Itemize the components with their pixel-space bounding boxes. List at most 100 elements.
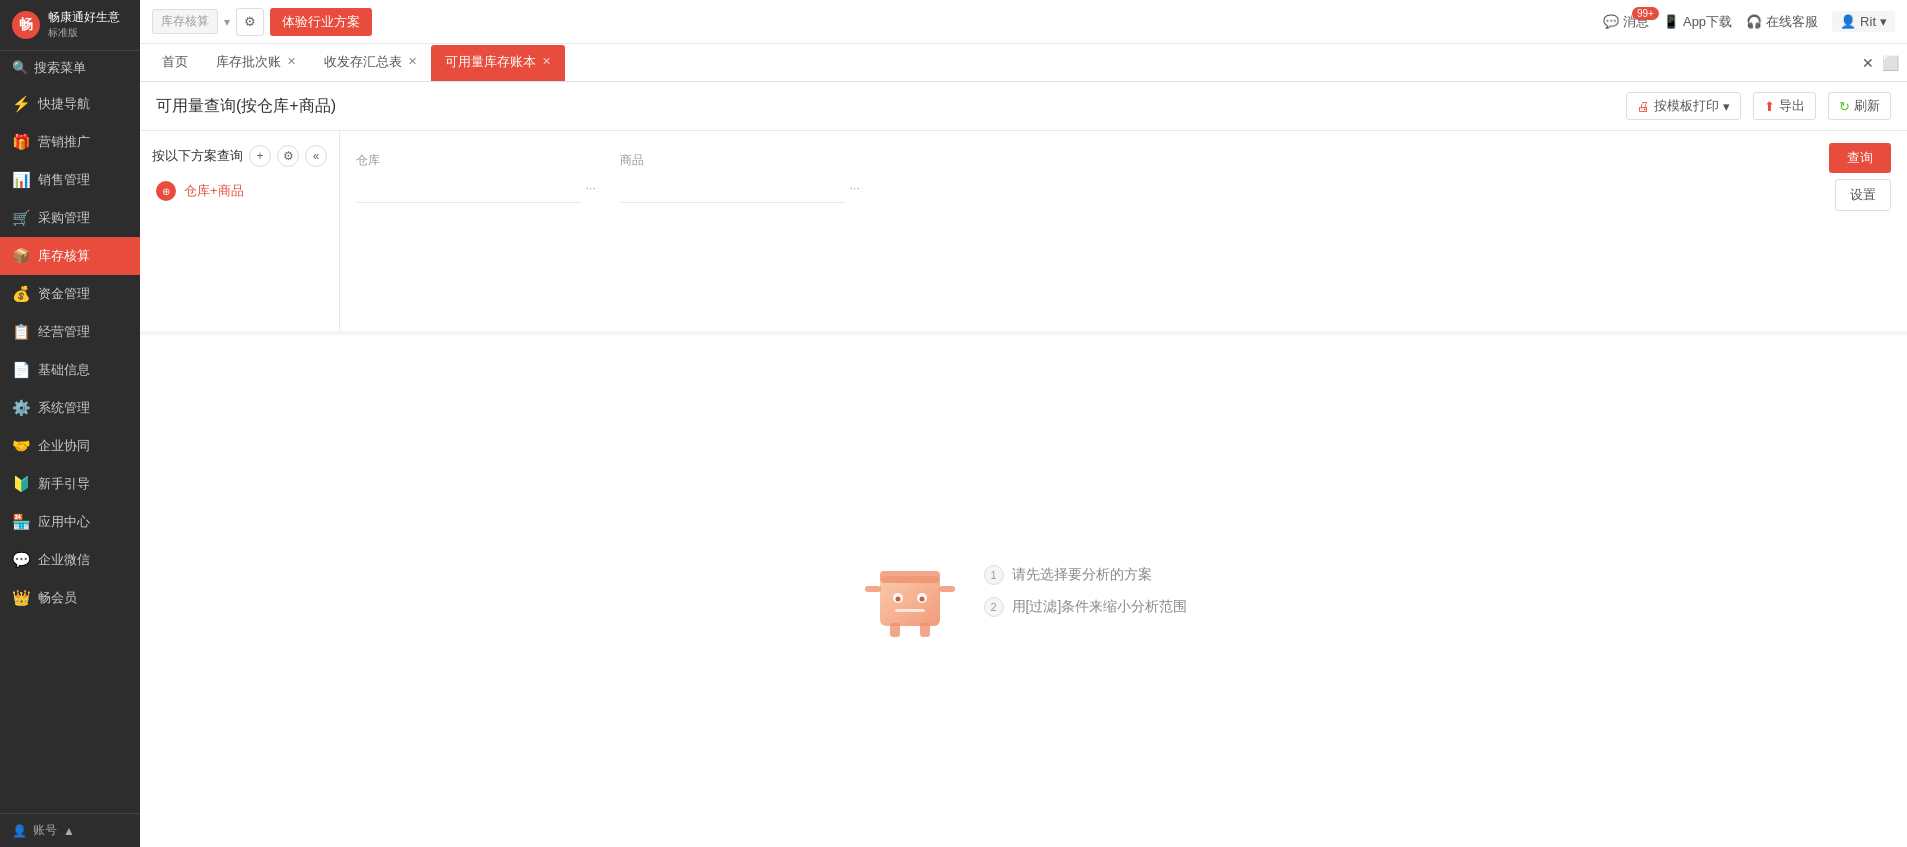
sidebar-item-app-center[interactable]: 🏪 应用中心 — [0, 503, 140, 541]
tab-inventory-batch[interactable]: 库存批次账 ✕ — [202, 45, 310, 81]
tab-close-available-ledger[interactable]: ✕ — [542, 55, 551, 68]
warehouse-input-wrap: ··· — [356, 173, 596, 203]
search-icon: 🔍 — [12, 60, 28, 75]
sidebar-item-sales[interactable]: 📊 销售管理 — [0, 161, 140, 199]
add-scheme-button[interactable]: + — [249, 145, 271, 167]
sidebar-search[interactable]: 🔍 搜索菜单 — [0, 51, 140, 85]
solution-button[interactable]: 体验行业方案 — [270, 8, 372, 36]
empty-state: 1 请先选择要分析的方案 2 用[过滤]条件来缩小分析范围 — [140, 335, 1907, 847]
svg-rect-6 — [895, 609, 925, 612]
operations-icon: 📋 — [12, 323, 30, 341]
goods-input-wrap: ··· — [620, 173, 860, 203]
user-profile-button[interactable]: 👤 Rit ▾ — [1832, 11, 1895, 32]
sidebar-bottom[interactable]: 👤 账号 ▲ — [0, 813, 140, 847]
sidebar-item-enterprise-wechat[interactable]: 💬 企业微信 — [0, 541, 140, 579]
finance-icon: 💰 — [12, 285, 30, 303]
tab-stock-summary[interactable]: 收发存汇总表 ✕ — [310, 45, 431, 81]
online-service-button[interactable]: 🎧 在线客服 — [1746, 13, 1818, 31]
tab-close-stock-summary[interactable]: ✕ — [408, 55, 417, 68]
sidebar-item-operations[interactable]: 📋 经营管理 — [0, 313, 140, 351]
collapse-panel-button[interactable]: « — [305, 145, 327, 167]
enterprise-icon: 🤝 — [12, 437, 30, 455]
tip-num-1: 1 — [984, 565, 1004, 585]
svg-rect-0 — [880, 576, 940, 626]
message-button[interactable]: 💬 消息 99+ — [1603, 13, 1649, 31]
filter-row: 仓库 ··· 商品 ··· 查询 — [356, 143, 1891, 211]
svg-rect-9 — [890, 623, 900, 637]
sidebar-item-finance[interactable]: 💰 资金管理 — [0, 275, 140, 313]
window-close-button[interactable]: ✕ — [1862, 55, 1874, 71]
svg-point-4 — [895, 597, 900, 602]
logo-icon: 畅 — [12, 11, 40, 39]
page-title: 可用量查询(按仓库+商品) — [156, 96, 336, 117]
scheme-settings-button[interactable]: ⚙ — [277, 145, 299, 167]
member-icon: 👑 — [12, 589, 30, 607]
sidebar-item-quick-nav[interactable]: ⚡ 快捷导航 — [0, 85, 140, 123]
sidebar-item-purchase[interactable]: 🛒 采购管理 — [0, 199, 140, 237]
tab-available-ledger[interactable]: 可用量库存账本 ✕ — [431, 45, 565, 81]
enterprise-wechat-icon: 💬 — [12, 551, 30, 569]
scheme-item-warehouse-goods[interactable]: ⊕ 仓库+商品 — [140, 173, 339, 209]
goods-label: 商品 — [620, 152, 860, 169]
empty-tips: 1 请先选择要分析的方案 2 用[过滤]条件来缩小分析范围 — [984, 565, 1188, 617]
window-maximize-button[interactable]: ⬜ — [1882, 55, 1899, 71]
main-area: 库存核算 ▾ ⚙ 体验行业方案 💬 消息 99+ 📱 App下载 🎧 在线客服 — [140, 0, 1907, 847]
sidebar-item-system[interactable]: ⚙️ 系统管理 — [0, 389, 140, 427]
scheme-item-icon: ⊕ — [156, 181, 176, 201]
svg-rect-7 — [865, 586, 881, 592]
svg-rect-8 — [939, 586, 955, 592]
marketing-icon: 🎁 — [12, 133, 30, 151]
sales-icon: 📊 — [12, 171, 30, 189]
page-header: 可用量查询(按仓库+商品) 🖨 按模板打印 ▾ ⬆ 导出 ↻ 刷新 — [140, 82, 1907, 131]
app-download-button[interactable]: 📱 App下载 — [1663, 13, 1732, 31]
warehouse-more-icon[interactable]: ··· — [585, 180, 596, 195]
quick-nav-icon: ⚡ — [12, 95, 30, 113]
purchase-icon: 🛒 — [12, 209, 30, 227]
sidebar-item-member[interactable]: 👑 畅会员 — [0, 579, 140, 617]
print-button[interactable]: 🖨 按模板打印 ▾ — [1626, 92, 1741, 120]
tab-close-inventory-batch[interactable]: ✕ — [287, 55, 296, 68]
setting-button[interactable]: 设置 — [1835, 179, 1891, 211]
sidebar-item-newbie[interactable]: 🔰 新手引导 — [0, 465, 140, 503]
headset-icon: 🎧 — [1746, 14, 1762, 29]
logo-name: 畅康通好生意 — [48, 10, 120, 26]
goods-input[interactable] — [620, 173, 845, 203]
refresh-icon: ↻ — [1839, 99, 1850, 114]
sidebar-item-marketing[interactable]: 🎁 营销推广 — [0, 123, 140, 161]
goods-more-icon[interactable]: ··· — [849, 180, 860, 195]
svg-rect-1 — [880, 571, 940, 583]
scheme-header: 按以下方案查询 + ⚙ « — [140, 139, 339, 173]
sidebar: 畅 畅康通好生意 标准版 🔍 搜索菜单 ⚡ 快捷导航 🎁 营销推广 📊 销售管理… — [0, 0, 140, 847]
warehouse-filter-field: 仓库 ··· — [356, 152, 596, 203]
refresh-button[interactable]: ↻ 刷新 — [1828, 92, 1891, 120]
empty-illustration — [860, 541, 960, 641]
logo-text-wrap: 畅康通好生意 标准版 — [48, 10, 120, 40]
sidebar-item-inventory[interactable]: 📦 库存核算 — [0, 237, 140, 275]
empty-tip-2: 2 用[过滤]条件来缩小分析范围 — [984, 597, 1188, 617]
warehouse-input[interactable] — [356, 173, 581, 203]
tip-num-2: 2 — [984, 597, 1004, 617]
export-button[interactable]: ⬆ 导出 — [1753, 92, 1816, 120]
page-actions: 🖨 按模板打印 ▾ ⬆ 导出 ↻ 刷新 — [1626, 92, 1891, 120]
topbar: 库存核算 ▾ ⚙ 体验行业方案 💬 消息 99+ 📱 App下载 🎧 在线客服 — [140, 0, 1907, 44]
breadcrumb[interactable]: 库存核算 — [152, 9, 218, 34]
avatar: 👤 — [1840, 14, 1856, 29]
goods-filter-field: 商品 ··· — [620, 152, 860, 203]
scheme-panel: 按以下方案查询 + ⚙ « ⊕ 仓库+商品 — [140, 131, 340, 331]
sidebar-item-base-info[interactable]: 📄 基础信息 — [0, 351, 140, 389]
tab-home[interactable]: 首页 — [148, 45, 202, 81]
message-icon: 💬 — [1603, 14, 1619, 29]
query-button[interactable]: 查询 — [1829, 143, 1891, 173]
user-dropdown-icon: ▾ — [1880, 14, 1887, 29]
sidebar-logo: 畅 畅康通好生意 标准版 — [0, 0, 140, 51]
message-badge: 99+ — [1632, 7, 1659, 20]
gear-icon: ⚙ — [244, 14, 256, 29]
svg-point-5 — [919, 597, 924, 602]
topbar-right: 💬 消息 99+ 📱 App下载 🎧 在线客服 👤 Rit ▾ — [1603, 11, 1895, 32]
base-info-icon: 📄 — [12, 361, 30, 379]
query-section: 按以下方案查询 + ⚙ « ⊕ 仓库+商品 仓库 — [140, 131, 1907, 331]
settings-button[interactable]: ⚙ — [236, 8, 264, 36]
print-dropdown-icon: ▾ — [1723, 99, 1730, 114]
empty-tip-1: 1 请先选择要分析的方案 — [984, 565, 1188, 585]
sidebar-item-enterprise[interactable]: 🤝 企业协同 — [0, 427, 140, 465]
